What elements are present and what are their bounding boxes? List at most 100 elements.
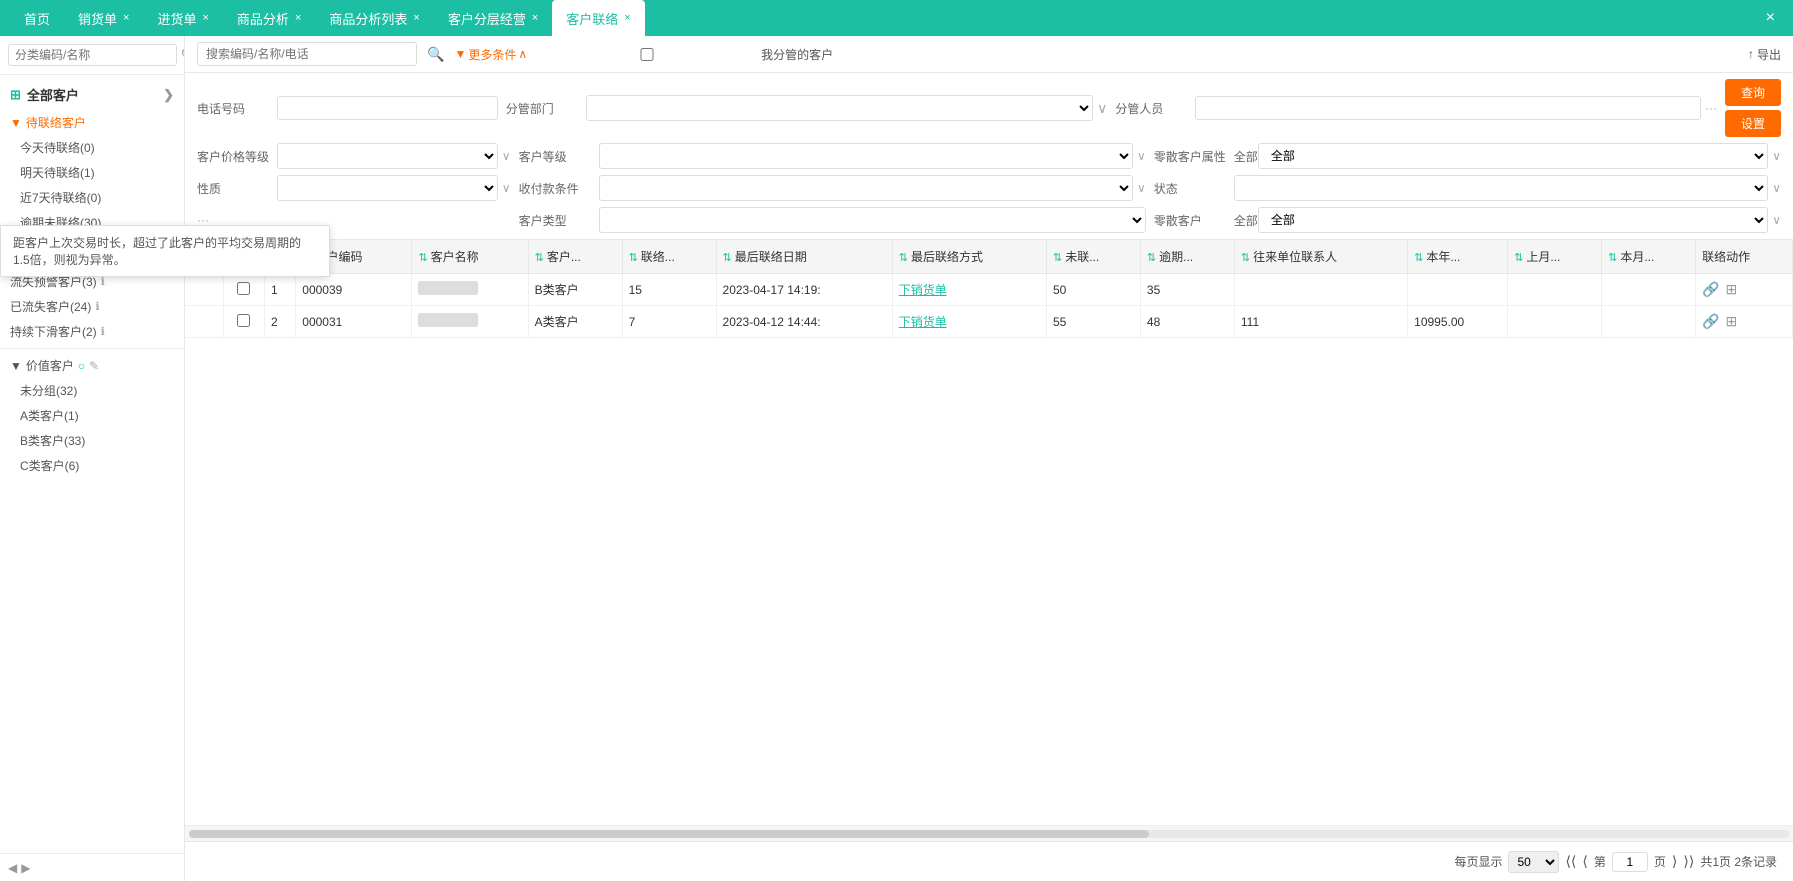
manager-dots[interactable]: ··· bbox=[1705, 101, 1717, 115]
scroll-thumb[interactable] bbox=[189, 830, 1149, 838]
export-icon: ↑ bbox=[1748, 47, 1754, 61]
nav-product-analysis[interactable]: 商品分析 × bbox=[223, 0, 315, 36]
edit-icon[interactable]: ✎ bbox=[89, 359, 99, 373]
row2-last-method[interactable]: 下销货单 bbox=[892, 306, 1046, 338]
page-number-input[interactable] bbox=[1612, 852, 1648, 872]
sidebar-item-today[interactable]: 今天待联络(0) bbox=[0, 135, 184, 160]
col-last-month[interactable]: ⇅上月... bbox=[1508, 240, 1602, 274]
filter-search-button[interactable]: 🔍 bbox=[427, 46, 444, 63]
row1-checkbox[interactable] bbox=[237, 282, 250, 295]
retail-attr-select[interactable]: 全部 bbox=[1258, 143, 1768, 169]
table-body: 1 000039 B类客户 15 2023-04-17 14:19: 下销货单 … bbox=[185, 274, 1793, 338]
col-last-contact-method[interactable]: ⇅最后联络方式 bbox=[892, 240, 1046, 274]
nature-select[interactable] bbox=[277, 175, 498, 201]
filter-field-status: 状态 ∨ bbox=[1154, 175, 1781, 201]
row1-last-method[interactable]: 下销货单 bbox=[892, 274, 1046, 306]
filter-row-4: ··· 客户类型 零散客户 全部 全部 ∨ bbox=[197, 207, 1781, 233]
status-select[interactable] bbox=[1234, 175, 1768, 201]
nav-sales[interactable]: 销货单 × bbox=[64, 0, 143, 36]
col-customer-name[interactable]: ⇅客户名称 bbox=[412, 240, 528, 274]
row2-link-icon[interactable]: 🔗 bbox=[1702, 313, 1719, 330]
sidebar-item-class-b[interactable]: B类客户(33) bbox=[0, 428, 184, 453]
nav-customer-segment-close[interactable]: × bbox=[532, 12, 538, 24]
row1-link-icon[interactable]: 🔗 bbox=[1702, 281, 1719, 298]
col-overdue[interactable]: ⇅逾期... bbox=[1140, 240, 1234, 274]
sidebar-item-class-c[interactable]: C类客户(6) bbox=[0, 453, 184, 478]
nav-purchase[interactable]: 进货单 × bbox=[143, 0, 222, 36]
sort-icon12: ⇅ bbox=[1608, 252, 1617, 264]
export-button[interactable]: ↑ 导出 bbox=[1748, 46, 1781, 63]
nav-home[interactable]: 首页 bbox=[10, 0, 64, 36]
manager-input[interactable] bbox=[1195, 96, 1701, 120]
row2-code[interactable]: 000031 bbox=[296, 306, 412, 338]
col-last-contact-date[interactable]: ⇅最后联络日期 bbox=[716, 240, 892, 274]
sidebar-item-declining[interactable]: 持续下滑客户(2) ℹ bbox=[0, 319, 184, 344]
nav-purchase-close[interactable]: × bbox=[202, 12, 208, 24]
sidebar-item-7days[interactable]: 近7天待联络(0) bbox=[0, 185, 184, 210]
payment-wrap bbox=[599, 175, 1133, 201]
row2-checkbox-cell[interactable] bbox=[223, 306, 264, 338]
payment-icon: ∨ bbox=[1137, 181, 1146, 195]
sidebar-all-customers[interactable]: ⊞ 全部客户 ❯ bbox=[0, 79, 184, 110]
sidebar-divider2 bbox=[0, 348, 184, 349]
row1-code[interactable]: 000039 bbox=[296, 274, 412, 306]
sidebar-group-waiting[interactable]: ▼ 待联络客户 bbox=[0, 110, 184, 135]
window-close-button[interactable]: × bbox=[1758, 9, 1783, 27]
query-button[interactable]: 查询 bbox=[1725, 79, 1781, 106]
per-page-select[interactable]: 50 20 100 bbox=[1508, 851, 1559, 873]
payment-select[interactable] bbox=[599, 175, 1133, 201]
sidebar-item-churned[interactable]: 已流失客户(24) ℹ bbox=[0, 294, 184, 319]
nav-product-analysis-close[interactable]: × bbox=[295, 12, 301, 24]
search-input[interactable] bbox=[197, 42, 417, 66]
col-contact[interactable]: ⇅联络... bbox=[622, 240, 716, 274]
chevron-down-icon: ∧ bbox=[518, 47, 527, 61]
nav-customer-contact[interactable]: 客户联络 × bbox=[552, 0, 644, 36]
row1-grid-icon[interactable]: ⊞ bbox=[1726, 281, 1738, 298]
nav-customer-segment[interactable]: 客户分层经营 × bbox=[434, 0, 552, 36]
more-conditions-button[interactable]: ▼ 更多条件 ∧ bbox=[454, 46, 527, 63]
retail-customer-select[interactable]: 全部 bbox=[1258, 207, 1768, 233]
row2-checkbox[interactable] bbox=[237, 314, 250, 327]
first-page-button[interactable]: ⟨⟨ bbox=[1565, 853, 1576, 870]
sidebar-collapse-button[interactable]: ❯ bbox=[163, 87, 174, 103]
sidebar-scroll-left[interactable]: ◀ bbox=[8, 861, 17, 875]
row1-checkbox-cell[interactable] bbox=[223, 274, 264, 306]
filter-actions: 查询 设置 bbox=[1725, 79, 1781, 137]
sidebar-item-unclassified[interactable]: 未分组(32) bbox=[0, 378, 184, 403]
last-page-button[interactable]: ⟩⟩ bbox=[1683, 853, 1694, 870]
nav-customer-contact-close[interactable]: × bbox=[624, 12, 630, 24]
dept-select[interactable] bbox=[586, 95, 1093, 121]
row2-grid-icon[interactable]: ⊞ bbox=[1726, 313, 1738, 330]
customer-level-select[interactable] bbox=[599, 143, 1133, 169]
row1-last-date: 2023-04-17 14:19: bbox=[716, 274, 892, 306]
sidebar-bottom: ◀ ▶ bbox=[0, 853, 184, 881]
my-customers-checkbox[interactable] bbox=[537, 48, 757, 61]
sidebar-item-tomorrow[interactable]: 明天待联络(1) bbox=[0, 160, 184, 185]
my-customers-checkbox-area[interactable]: 我分管的客户 bbox=[537, 46, 833, 63]
nav-sales-close[interactable]: × bbox=[123, 12, 129, 24]
next-page-button[interactable]: ⟩ bbox=[1672, 853, 1677, 870]
row2-contact: 7 bbox=[622, 306, 716, 338]
prev-page-button[interactable]: ⟨ bbox=[1582, 853, 1587, 870]
retail-attr-label: 零散客户属性 bbox=[1154, 148, 1234, 165]
col-customer-type[interactable]: ⇅客户... bbox=[528, 240, 622, 274]
price-level-select[interactable] bbox=[277, 143, 498, 169]
nav-product-list-close[interactable]: × bbox=[413, 12, 419, 24]
col-uncontacted[interactable]: ⇅未联... bbox=[1046, 240, 1140, 274]
sidebar-search-input[interactable] bbox=[8, 44, 177, 66]
sort-icon3: ⇅ bbox=[535, 252, 544, 264]
phone-input[interactable] bbox=[277, 96, 498, 120]
row2-method-link[interactable]: 下销货单 bbox=[899, 315, 947, 329]
sidebar-group-value-customer[interactable]: ▼ 价值客户 ○ ✎ bbox=[0, 353, 184, 378]
nav-product-list[interactable]: 商品分析列表 × bbox=[315, 0, 433, 36]
customer-type-select[interactable] bbox=[599, 207, 1146, 233]
row1-method-link[interactable]: 下销货单 bbox=[899, 283, 947, 297]
col-unit-contact[interactable]: ⇅往来单位联系人 bbox=[1234, 240, 1407, 274]
sidebar-scroll-right[interactable]: ▶ bbox=[21, 861, 30, 875]
circle-icon: ○ bbox=[78, 359, 85, 373]
col-current-year[interactable]: ⇅本年... bbox=[1408, 240, 1508, 274]
settings-button[interactable]: 设置 bbox=[1725, 110, 1781, 137]
sidebar-item-class-a[interactable]: A类客户(1) bbox=[0, 403, 184, 428]
col-current-month[interactable]: ⇅本月... bbox=[1602, 240, 1696, 274]
horizontal-scrollbar[interactable] bbox=[185, 825, 1793, 841]
